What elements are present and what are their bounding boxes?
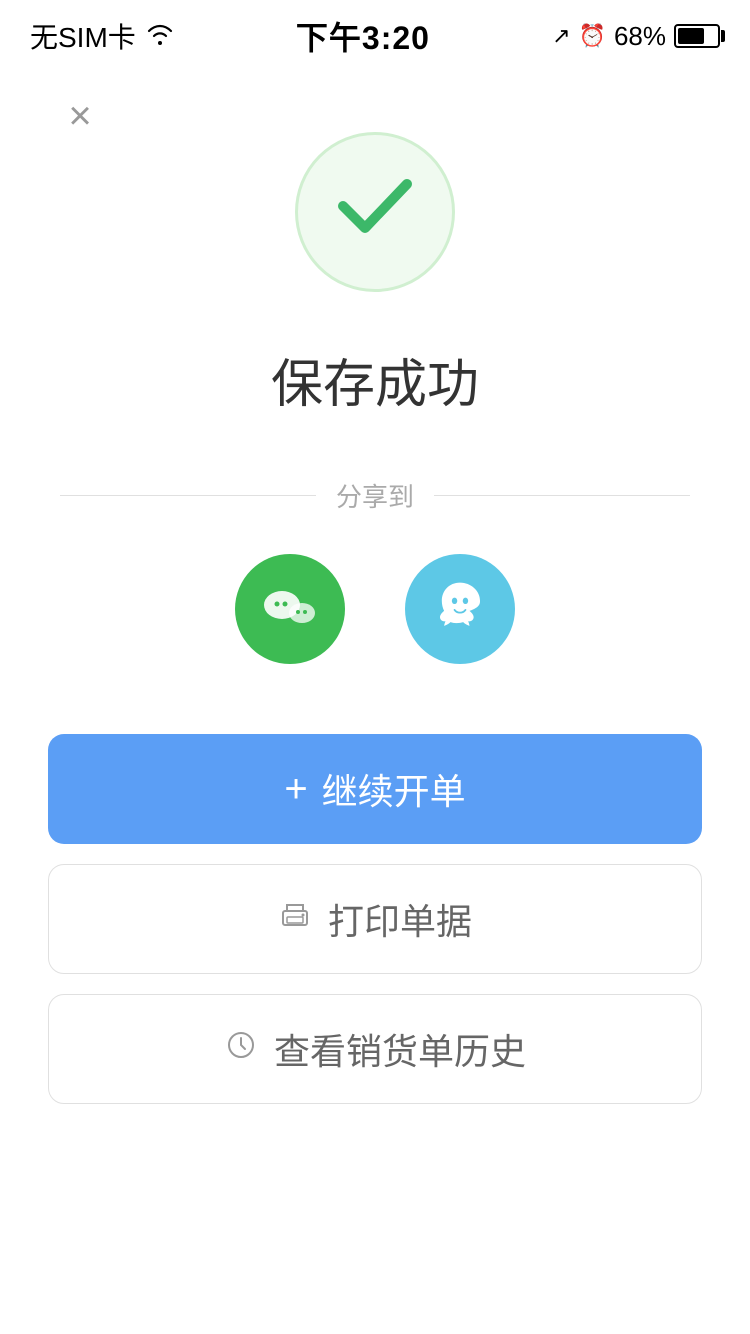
status-carrier: 无SIM卡 bbox=[30, 16, 174, 56]
history-icon bbox=[224, 1028, 258, 1071]
battery-percent: 68% bbox=[614, 21, 666, 52]
status-indicators: ↗ ⏰ 68% bbox=[552, 21, 720, 52]
qq-icon bbox=[430, 579, 490, 639]
wechat-icon bbox=[258, 577, 322, 641]
alarm-icon: ⏰ bbox=[579, 23, 606, 49]
continue-button[interactable]: + 继续开单 bbox=[48, 734, 702, 844]
battery-icon bbox=[674, 24, 720, 48]
continue-label: 继续开单 bbox=[322, 763, 466, 815]
history-button[interactable]: 查看销货单历史 bbox=[48, 994, 702, 1104]
wechat-share-button[interactable] bbox=[235, 554, 345, 664]
close-button[interactable]: × bbox=[50, 86, 110, 146]
print-icon bbox=[278, 898, 312, 941]
wifi-icon bbox=[146, 21, 174, 52]
success-circle bbox=[295, 132, 455, 292]
checkmark-icon bbox=[335, 170, 415, 255]
plus-icon: + bbox=[284, 769, 307, 809]
history-label: 查看销货单历史 bbox=[274, 1023, 526, 1075]
close-icon: × bbox=[68, 96, 91, 136]
success-title: 保存成功 bbox=[271, 342, 479, 417]
print-label: 打印单据 bbox=[328, 893, 472, 945]
share-divider: 分享到 bbox=[0, 477, 750, 514]
print-button[interactable]: 打印单据 bbox=[48, 864, 702, 974]
share-icons bbox=[235, 554, 515, 664]
action-buttons: + 继续开单 打印单据 查看销货单历史 bbox=[0, 734, 750, 1104]
qq-share-button[interactable] bbox=[405, 554, 515, 664]
share-label: 分享到 bbox=[316, 477, 434, 514]
main-content: 保存成功 分享到 bbox=[0, 72, 750, 1104]
carrier-text: 无SIM卡 bbox=[30, 16, 136, 56]
location-icon: ↗ bbox=[552, 23, 570, 49]
share-section: 分享到 bbox=[0, 477, 750, 664]
status-bar: 无SIM卡 下午3:20 ↗ ⏰ 68% bbox=[0, 0, 750, 72]
status-time: 下午3:20 bbox=[296, 13, 430, 59]
divider-left bbox=[60, 495, 316, 496]
divider-right bbox=[434, 495, 690, 496]
